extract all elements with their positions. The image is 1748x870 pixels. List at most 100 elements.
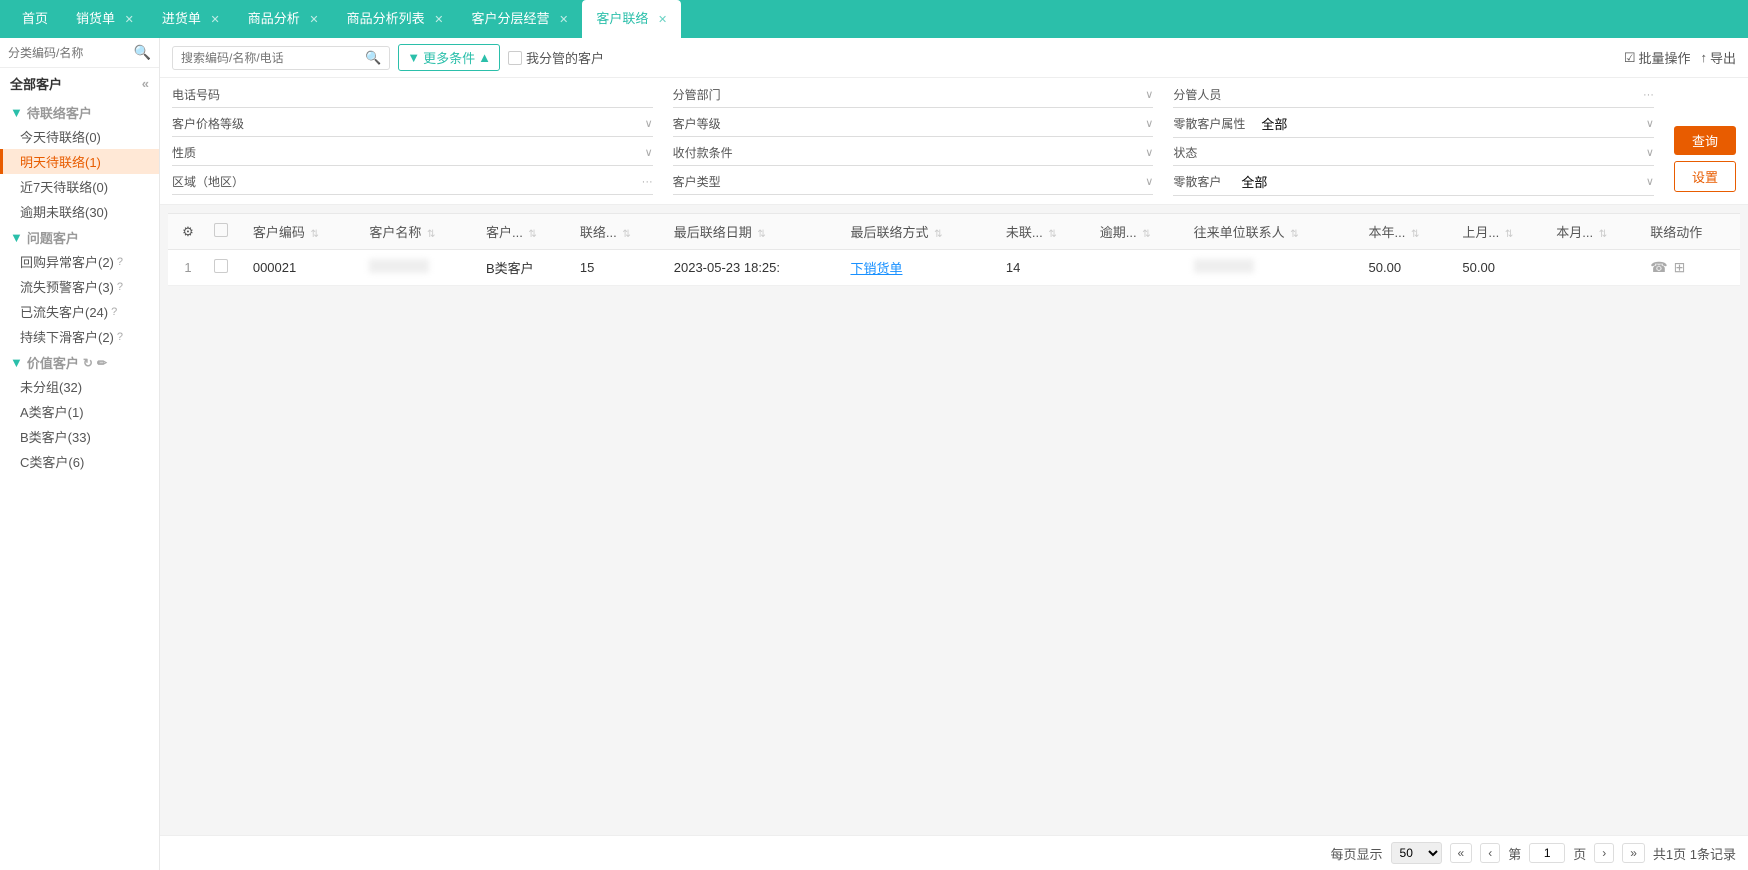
per-page-select[interactable]: 50 100 [1391, 842, 1442, 864]
sidebar-search-input[interactable] [8, 46, 134, 60]
sort-icon: ⇅ [757, 229, 765, 240]
col-customer-name[interactable]: 客户名称 ⇅ [363, 214, 480, 250]
last-contact-method-link[interactable]: 下销货单 [850, 261, 902, 276]
sidebar-item-churned[interactable]: 已流失客户(24) ? [0, 299, 159, 324]
customer-type-dropdown[interactable]: ∨ [741, 175, 1154, 188]
filter-icon: ▼ [407, 50, 420, 65]
sidebar-item-churn-warning[interactable]: 流失预警客户(3) ? [0, 274, 159, 299]
sidebar-item-tomorrow-pending[interactable]: 明天待联络(1) [0, 149, 159, 174]
nav-customer-tier[interactable]: 客户分层经营 ✕ [457, 0, 582, 38]
sidebar-item-repurchase-abnormal[interactable]: 回购异常客户(2) ? [0, 249, 159, 274]
col-this-year[interactable]: 本年... ⇅ [1363, 214, 1457, 250]
close-icon[interactable]: ✕ [125, 14, 134, 26]
cell-customer-name [363, 250, 480, 286]
nature-dropdown[interactable]: ∨ [240, 146, 653, 159]
more-icon[interactable]: ··· [1643, 89, 1654, 101]
col-last-contact-method[interactable]: 最后联络方式 ⇅ [844, 214, 999, 250]
retail-customer-dropdown[interactable]: 全部 ∨ [1241, 172, 1654, 191]
col-checkbox[interactable] [208, 214, 247, 250]
col-customer-type[interactable]: 客户... ⇅ [480, 214, 574, 250]
sidebar-item-7day-pending[interactable]: 近7天待联络(0) [0, 174, 159, 199]
col-unit-contact[interactable]: 往来单位联系人 ⇅ [1188, 214, 1363, 250]
refresh-icon[interactable]: ↻ [83, 356, 93, 370]
col-un-contacted[interactable]: 未联... ⇅ [1000, 214, 1094, 250]
sidebar-item-declining[interactable]: 持续下滑客户(2) ? [0, 324, 159, 349]
col-customer-code[interactable]: 客户编码 ⇅ [247, 214, 364, 250]
page-unit: 页 [1573, 844, 1586, 863]
all-customers-header[interactable]: 全部客户 « [0, 68, 159, 99]
export-button[interactable]: ↑ 导出 [1700, 48, 1736, 67]
manager-input[interactable] [1241, 88, 1643, 102]
nav-product-analysis-list[interactable]: 商品分析列表 ✕ [333, 0, 458, 38]
help-icon[interactable]: ? [117, 281, 123, 293]
payment-label: 收付款条件 [673, 144, 733, 161]
col-this-month[interactable]: 本月... ⇅ [1550, 214, 1644, 250]
sidebar-search-icon[interactable]: 🔍 [134, 44, 151, 61]
help-icon[interactable]: ? [117, 256, 123, 268]
cell-last-contact-method[interactable]: 下销货单 [844, 250, 999, 286]
col-last-contact-date[interactable]: 最后联络日期 ⇅ [668, 214, 845, 250]
close-icon[interactable]: ✕ [309, 14, 318, 26]
price-level-dropdown[interactable]: ∨ [252, 117, 653, 130]
nav-product-analysis[interactable]: 商品分析 ✕ [234, 0, 333, 38]
last-page-button[interactable]: » [1622, 843, 1645, 863]
cell-checkbox[interactable] [208, 250, 247, 286]
help-icon[interactable]: ? [111, 306, 117, 318]
help-icon[interactable]: ? [117, 331, 123, 343]
region-input[interactable] [252, 175, 642, 189]
more-filter-button[interactable]: ▼ 更多条件 ▲ [398, 44, 500, 71]
row-checkbox[interactable] [214, 259, 228, 273]
sidebar-item-class-c[interactable]: C类客户(6) [0, 449, 159, 474]
sidebar-item-overdue-pending[interactable]: 逾期未联络(30) [0, 199, 159, 224]
page-input[interactable] [1529, 843, 1565, 863]
more-icon[interactable]: ··· [642, 176, 653, 188]
sort-icon: ⇅ [310, 229, 318, 240]
nav-purchase-order[interactable]: 进货单 ✕ [148, 0, 234, 38]
nav-customer-contact[interactable]: 客户联络 ✕ [582, 0, 681, 38]
query-button[interactable]: 查询 [1674, 126, 1736, 155]
setting-button[interactable]: 设置 [1674, 161, 1736, 192]
sidebar-item-class-a[interactable]: A类客户(1) [0, 399, 159, 424]
sidebar-item-ungrouped[interactable]: 未分组(32) [0, 374, 159, 399]
status-dropdown[interactable]: ∨ [1241, 146, 1654, 159]
sort-icon: ⇅ [1411, 229, 1419, 240]
sort-icon: ⇅ [1505, 229, 1513, 240]
col-gear[interactable]: ⚙ [168, 214, 208, 250]
batch-op-button[interactable]: ☑ 批量操作 [1624, 48, 1691, 67]
search-input[interactable] [181, 51, 361, 65]
col-contact-count[interactable]: 联络... ⇅ [574, 214, 668, 250]
filter-phone: 电话号码 [172, 86, 653, 108]
close-icon[interactable]: ✕ [434, 14, 443, 26]
col-last-month[interactable]: 上月... ⇅ [1456, 214, 1550, 250]
chevron-up-icon: ▲ [478, 50, 491, 65]
sidebar-item-class-b[interactable]: B类客户(33) [0, 424, 159, 449]
search-icon[interactable]: 🔍 [365, 50, 381, 66]
close-icon[interactable]: ✕ [559, 14, 568, 26]
my-customer-checkbox-area[interactable]: 我分管的客户 [508, 48, 604, 67]
cell-this-month [1550, 250, 1644, 286]
sidebar-item-today-pending[interactable]: 今天待联络(0) [0, 124, 159, 149]
close-icon[interactable]: ✕ [211, 14, 220, 26]
next-page-button[interactable]: › [1594, 843, 1614, 863]
col-contact-action: 联络动作 [1644, 214, 1740, 250]
phone-input[interactable] [240, 88, 653, 102]
customer-name-blurred [369, 259, 429, 273]
sidebar: 🔍 全部客户 « ▼ 待联络客户 今天待联络(0) 明天待联络(1) 近7天待联… [0, 38, 160, 870]
customer-level-dropdown[interactable]: ∨ [741, 117, 1154, 130]
nav-sales-order[interactable]: 销货单 ✕ [62, 0, 148, 38]
prev-page-button[interactable]: ‹ [1480, 843, 1500, 863]
nav-home[interactable]: 首页 [8, 0, 62, 38]
table-area: ⚙ 客户编码 ⇅ 客户名称 ⇅ 客户... ⇅ 联络... ⇅ 最后联络日期 ⇅… [160, 205, 1748, 825]
retail-attr-dropdown[interactable]: 全部 ∨ [1261, 114, 1654, 133]
my-customer-checkbox[interactable] [508, 51, 522, 65]
header-checkbox[interactable] [214, 223, 228, 237]
first-page-button[interactable]: « [1450, 843, 1473, 863]
grid-icon[interactable]: ⊞ [1674, 259, 1686, 276]
col-overdue[interactable]: 逾期... ⇅ [1094, 214, 1188, 250]
payment-dropdown[interactable]: ∨ [741, 146, 1154, 159]
dept-dropdown[interactable]: ∨ [741, 88, 1154, 101]
dept-label: 分管部门 [673, 86, 733, 103]
edit-icon[interactable]: ✏ [97, 356, 107, 370]
close-icon[interactable]: ✕ [658, 14, 667, 26]
contact-icon[interactable]: ☎ [1650, 259, 1667, 276]
